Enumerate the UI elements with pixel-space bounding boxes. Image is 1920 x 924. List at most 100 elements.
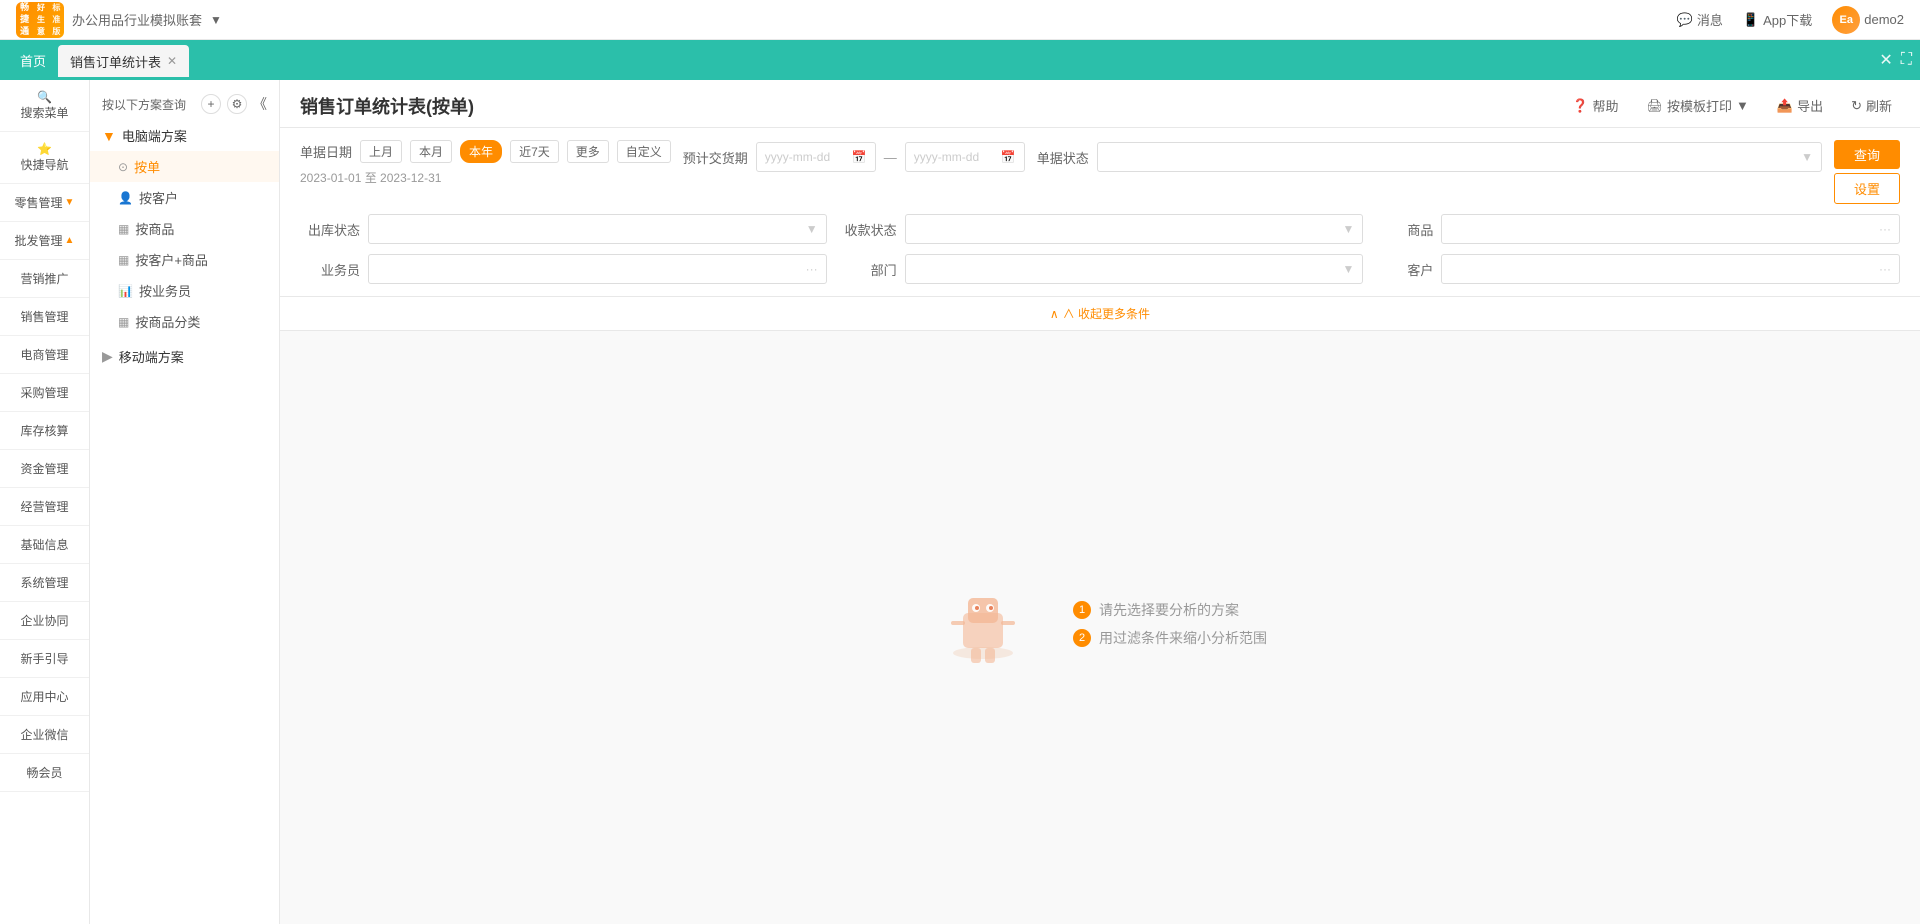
export-btn[interactable]: 📤 导出 [1769,92,1831,119]
scheme-group-mobile-header[interactable]: ▶ 移动端方案 [90,341,279,372]
scheme-settings-btn[interactable]: ⚙ [227,94,247,114]
department-dropdown-icon: ▼ [1342,262,1354,276]
product-scheme-icon: ▦ [118,222,129,236]
product-more-icon[interactable]: ··· [1879,222,1891,236]
scheme-add-btn[interactable]: + [201,94,221,114]
sidebar-item-finance[interactable]: 资金管理 [0,450,89,488]
scheme-panel-actions: + ⚙ 《 [201,94,267,114]
customer-more-icon[interactable]: ··· [1879,262,1891,276]
this-year-btn[interactable]: 本年 [460,140,502,163]
scheme-item-by-customer[interactable]: 👤 按客户 [90,182,279,213]
custom-date-btn[interactable]: 自定义 [617,140,671,163]
order-scheme-icon: ⊙ [118,160,128,174]
page-header: 销售订单统计表(按单) ❓ 帮助 🖨 按模板打印 ▼ 📤 导出 [280,80,1920,128]
sidebar-item-enterprise[interactable]: 企业协同 [0,602,89,640]
sidebar-item-newbie[interactable]: 新手引导 [0,640,89,678]
calendar-end-icon: 📅 [1001,150,1016,164]
sidebar-quick-nav[interactable]: ⭐ 快捷导航 [0,132,89,184]
print-icon: 🖨 [1646,98,1663,114]
product-category-scheme-icon: ▦ [118,315,129,329]
empty-illustration [933,568,1033,668]
salesman-input[interactable]: ··· [368,254,827,284]
download-icon: 📱 [1743,12,1759,28]
scheme-group-pc-header[interactable]: ▼ 电脑端方案 [90,120,279,151]
ship-status-dropdown-icon: ▼ [806,222,818,236]
scheme-group-pc: ▼ 电脑端方案 ⊙ 按单 👤 按客户 ▦ 按商品 ▦ 按客户+商品 [90,120,279,337]
sidebar-item-sales[interactable]: 销售管理 [0,298,89,336]
product-cell: 商品 ··· [1373,214,1900,244]
date-range-text: 2023-01-01 至 2023-12-31 [300,169,671,186]
print-dropdown-icon: ▼ [1736,98,1749,113]
tab-fullscreen-icon[interactable]: ⛶ [1901,51,1912,69]
scheme-panel-header: 按以下方案查询 + ⚙ 《 [90,88,279,120]
payment-status-cell: 收款状态 ▼ [837,214,1364,244]
scheme-item-by-product-category[interactable]: ▦ 按商品分类 [90,306,279,337]
sidebar-item-basic[interactable]: 基础信息 [0,526,89,564]
sidebar-item-ecommerce[interactable]: 电商管理 [0,336,89,374]
customer-product-scheme-icon: ▦ [118,253,129,267]
sidebar-item-appstore[interactable]: 应用中心 [0,678,89,716]
expected-date-start-input[interactable]: yyyy-mm-dd 📅 [756,142,876,172]
sidebar-item-retail[interactable]: 零售管理 ▼ [0,184,89,222]
sidebar-item-inventory[interactable]: 库存核算 [0,412,89,450]
right-content: 销售订单统计表(按单) ❓ 帮助 🖨 按模板打印 ▼ 📤 导出 [280,80,1920,924]
app-logo: 畅捷通 好生意 标准版 [16,2,64,38]
customer-input[interactable]: ··· [1441,254,1900,284]
page-title: 销售订单统计表(按单) [300,93,474,119]
status-dropdown-icon: ▼ [1801,150,1813,164]
salesman-scheme-icon: 📊 [118,284,133,298]
refresh-btn[interactable]: ↻ 刷新 [1843,92,1900,119]
scheme-item-by-product[interactable]: ▦ 按商品 [90,213,279,244]
sidebar-item-operations[interactable]: 经营管理 [0,488,89,526]
product-input[interactable]: ··· [1441,214,1900,244]
scheme-collapse-btn[interactable]: 《 [253,94,267,114]
avatar: Ea [1832,6,1860,34]
more-date-btn[interactable]: 更多 [567,140,609,163]
tab-bar-right: ✕ ⛶ [1879,50,1920,70]
message-action[interactable]: 💬 消息 [1677,10,1723,29]
payment-status-select[interactable]: ▼ [905,214,1364,244]
header-right: 💬 消息 📱 App下载 Ea demo2 [1677,6,1904,34]
expected-date-end-input[interactable]: yyyy-mm-dd 📅 [905,142,1025,172]
scheme-item-by-order[interactable]: ⊙ 按单 [90,151,279,182]
ship-status-select[interactable]: ▼ [368,214,827,244]
tab-sales-order-summary[interactable]: 销售订单统计表 ✕ [58,45,189,77]
salesman-more-icon[interactable]: ··· [806,262,818,276]
this-month-btn[interactable]: 本月 [410,140,452,163]
last-7-days-btn[interactable]: 近7天 [510,140,559,163]
empty-hints: 1 请先选择要分析的方案 2 用过滤条件来缩小分析范围 [1073,600,1267,656]
refresh-icon: ↻ [1851,98,1862,114]
ship-status-cell: 出库状态 ▼ [300,214,827,244]
department-select[interactable]: ▼ [905,254,1364,284]
filter-settings-btn[interactable]: 设置 [1834,173,1900,204]
collapse-bar[interactable]: ∧ ∧ 收起更多条件 [280,297,1920,331]
sidebar-search-menu[interactable]: 🔍 搜索菜单 [0,80,89,132]
app-download-action[interactable]: 📱 App下载 [1743,10,1812,29]
date-filter: 单据日期 上月 本月 本年 近7天 更多 自定义 [300,140,671,163]
calendar-icon: 📅 [852,150,867,164]
tab-bar: 首页 销售订单统计表 ✕ ✕ ⛶ [0,40,1920,80]
sidebar-item-purchase[interactable]: 采购管理 [0,374,89,412]
scheme-item-by-salesman[interactable]: 📊 按业务员 [90,275,279,306]
tab-close-all-icon[interactable]: ✕ [1879,50,1892,70]
sidebar-item-wholesale[interactable]: 批发管理 ▲ [0,222,89,260]
user-profile[interactable]: Ea demo2 [1832,6,1904,34]
help-btn[interactable]: ❓ 帮助 [1564,92,1626,119]
tab-home[interactable]: 首页 [8,45,58,75]
header-company-title: 办公用品行业模拟账套 [72,10,202,29]
query-btn[interactable]: 查询 [1834,140,1900,169]
sidebar-item-system[interactable]: 系统管理 [0,564,89,602]
sidebar-item-member[interactable]: 畅会员 [0,754,89,792]
content-area: 按以下方案查询 + ⚙ 《 ▼ 电脑端方案 ⊙ 按单 👤 按客 [90,80,1920,924]
status-select[interactable]: ▼ [1097,142,1822,172]
company-dropdown[interactable]: ▼ [210,13,222,27]
template-print-btn[interactable]: 🖨 按模板打印 ▼ [1638,92,1756,119]
scheme-item-by-customer-product[interactable]: ▦ 按客户+商品 [90,244,279,275]
sidebar-item-wechat[interactable]: 企业微信 [0,716,89,754]
top-header: 畅捷通 好生意 标准版 办公用品行业模拟账套 ▼ 💬 消息 📱 App下载 Ea… [0,0,1920,40]
chevron-right-icon: ▶ [102,348,113,365]
last-month-btn[interactable]: 上月 [360,140,402,163]
sidebar-item-marketing[interactable]: 营销推广 [0,260,89,298]
tab-close-icon[interactable]: ✕ [167,54,177,68]
salesman-cell: 业务员 ··· [300,254,827,284]
